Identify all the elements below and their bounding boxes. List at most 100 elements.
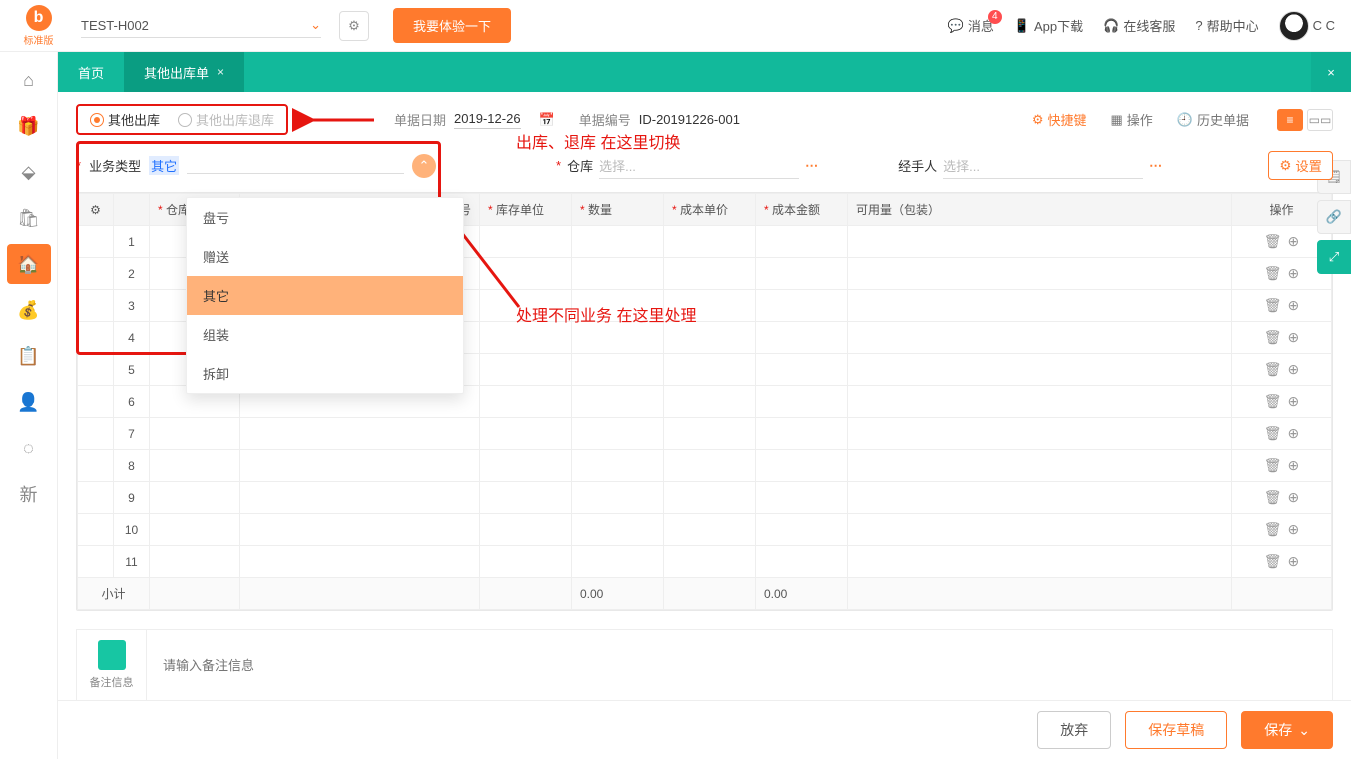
nav-clipboard-icon[interactable]: 📋 bbox=[7, 336, 51, 376]
tab-home-label: 首页 bbox=[78, 63, 104, 82]
remarks-input[interactable] bbox=[147, 630, 1332, 700]
shortcut-link[interactable]: ⚙ 快捷键 bbox=[1032, 110, 1087, 129]
customer-service-link[interactable]: 🎧 在线客服 bbox=[1103, 16, 1175, 35]
subtotal-label: 小计 bbox=[78, 578, 150, 610]
handler-field[interactable]: 经手人 选择... ⋯ bbox=[898, 153, 1162, 179]
delete-icon[interactable]: 🗑 bbox=[1264, 521, 1282, 537]
toolbar-row-1: 其他出库 其他出库退库 单据日期 2019-12-26 📅 单据编号 ID-20… bbox=[76, 104, 1333, 135]
col-stock-unit: 库存单位 bbox=[480, 194, 572, 226]
try-button[interactable]: 我要体验一下 bbox=[393, 8, 511, 43]
doc-date-value[interactable]: 2019-12-26 bbox=[454, 111, 521, 129]
dropdown-item[interactable]: 其它 bbox=[187, 276, 463, 315]
calendar-icon[interactable]: 📅 bbox=[539, 112, 555, 128]
app-download-label: App下载 bbox=[1034, 16, 1083, 35]
left-nav: ⌂ 🎁 ⬙ 🛍 🏠 💰 📋 👤 ◌ 新 bbox=[0, 52, 58, 759]
content: 其他出库 其他出库退库 单据日期 2019-12-26 📅 单据编号 ID-20… bbox=[58, 92, 1351, 781]
dropdown-item[interactable]: 赠送 bbox=[187, 237, 463, 276]
operations-link[interactable]: ▦ 操作 bbox=[1110, 110, 1152, 129]
rail-link-icon[interactable]: 🔗 bbox=[1317, 200, 1351, 234]
add-row-icon[interactable]: ⊕ bbox=[1288, 457, 1300, 473]
more-icon[interactable]: ⋯ bbox=[805, 158, 818, 174]
delete-icon[interactable]: 🗑 bbox=[1264, 265, 1282, 281]
tabs-close-all[interactable]: × bbox=[1311, 52, 1351, 92]
col-settings[interactable]: ⚙ bbox=[78, 194, 114, 226]
tab-home[interactable]: 首页 bbox=[58, 52, 124, 92]
nav-contact-icon[interactable]: 👤 bbox=[7, 382, 51, 422]
nav-tag-icon[interactable]: ⬙ bbox=[7, 152, 51, 192]
nav-home-icon[interactable]: ⌂ bbox=[7, 60, 51, 100]
add-row-icon[interactable]: ⊕ bbox=[1288, 233, 1300, 249]
messages-link[interactable]: 💬 消息 4 bbox=[948, 16, 994, 35]
delete-icon[interactable]: 🗑 bbox=[1264, 329, 1282, 345]
handler-input[interactable]: 选择... bbox=[943, 153, 1143, 179]
warehouse-input[interactable]: 选择... bbox=[599, 153, 799, 179]
branch-select[interactable]: TEST-H002 ⌄ bbox=[81, 13, 321, 38]
view-list-button[interactable]: ≡ bbox=[1277, 109, 1303, 131]
save-button-label: 保存 bbox=[1264, 720, 1292, 740]
table-row[interactable]: 10🗑⊕ bbox=[78, 514, 1332, 546]
warehouse-field[interactable]: * 仓库 选择... ⋯ bbox=[556, 153, 818, 179]
dropdown-item[interactable]: 盘亏 bbox=[187, 198, 463, 237]
messages-badge: 4 bbox=[988, 10, 1002, 24]
row-index: 7 bbox=[114, 418, 150, 450]
dropdown-item[interactable]: 拆卸 bbox=[187, 354, 463, 393]
more-icon[interactable]: ⋯ bbox=[1149, 158, 1162, 174]
delete-icon[interactable]: 🗑 bbox=[1264, 393, 1282, 409]
nav-gift-icon[interactable]: 🎁 bbox=[7, 106, 51, 146]
add-row-icon[interactable]: ⊕ bbox=[1288, 361, 1300, 377]
nav-money-icon[interactable]: 💰 bbox=[7, 290, 51, 330]
nav-bag-icon[interactable]: 🛍 bbox=[7, 198, 51, 238]
warehouse-label: 仓库 bbox=[567, 156, 593, 175]
gear-icon: ⚙ bbox=[348, 18, 360, 34]
delete-icon[interactable]: 🗑 bbox=[1264, 553, 1282, 569]
radio-return[interactable]: 其他出库退库 bbox=[178, 110, 274, 129]
tab-other-outbound[interactable]: 其他出库单 × bbox=[124, 52, 244, 92]
table-row[interactable]: 11🗑⊕ bbox=[78, 546, 1332, 578]
nav-sync-icon[interactable]: ◌ bbox=[7, 428, 51, 468]
dropdown-item[interactable]: 组装 bbox=[187, 315, 463, 354]
biz-type-field[interactable]: * 业务类型 其它 ⌃ 盘亏赠送其它组装拆卸 bbox=[76, 154, 436, 178]
add-row-icon[interactable]: ⊕ bbox=[1288, 521, 1300, 537]
add-row-icon[interactable]: ⊕ bbox=[1288, 553, 1300, 569]
delete-icon[interactable]: 🗑 bbox=[1264, 297, 1282, 313]
remarks-section: 备注信息 bbox=[76, 629, 1333, 701]
save-button[interactable]: 保存 ⌄ bbox=[1241, 711, 1333, 749]
delete-icon[interactable]: 🗑 bbox=[1264, 361, 1282, 377]
annotation-arrow-icon bbox=[454, 222, 524, 312]
discard-button[interactable]: 放弃 bbox=[1037, 711, 1111, 749]
table-row[interactable]: 8🗑⊕ bbox=[78, 450, 1332, 482]
avatar-icon bbox=[1279, 11, 1309, 41]
logo-icon: b 标准版 bbox=[16, 5, 61, 47]
settings-button[interactable]: ⚙ 设置 bbox=[1268, 151, 1333, 180]
delete-icon[interactable]: 🗑 bbox=[1264, 457, 1282, 473]
doc-no-label: 单据编号 bbox=[579, 110, 631, 129]
add-row-icon[interactable]: ⊕ bbox=[1288, 265, 1300, 281]
help-link[interactable]: ? 帮助中心 bbox=[1195, 16, 1258, 35]
add-row-icon[interactable]: ⊕ bbox=[1288, 489, 1300, 505]
user-menu[interactable]: C C bbox=[1279, 11, 1335, 41]
save-draft-button[interactable]: 保存草稿 bbox=[1125, 711, 1227, 749]
nav-new-icon[interactable]: 新 bbox=[7, 474, 51, 514]
table-row[interactable]: 7 🗑 ⊕ bbox=[78, 418, 1332, 450]
history-link[interactable]: 🕘 历史单据 bbox=[1177, 110, 1249, 129]
add-row-icon[interactable]: ⊕ bbox=[1288, 393, 1300, 409]
biz-type-label: 业务类型 bbox=[89, 156, 141, 175]
settings-gear-button[interactable]: ⚙ bbox=[339, 11, 369, 41]
delete-icon[interactable]: 🗑 bbox=[1264, 489, 1282, 505]
nav-warehouse-icon[interactable]: 🏠 bbox=[7, 244, 51, 284]
app-download-link[interactable]: 📱 App下载 bbox=[1014, 16, 1083, 35]
remarks-label: 备注信息 bbox=[90, 674, 134, 690]
notebook-icon bbox=[98, 640, 126, 670]
chevron-up-icon[interactable]: ⌃ bbox=[412, 154, 436, 178]
delete-icon[interactable]: 🗑 bbox=[1264, 233, 1282, 249]
add-row-icon[interactable]: ⊕ bbox=[1288, 329, 1300, 345]
delete-icon[interactable]: 🗑 bbox=[1264, 425, 1282, 441]
add-row-icon[interactable]: ⊕ bbox=[1288, 425, 1300, 441]
top-right-nav: 💬 消息 4 📱 App下载 🎧 在线客服 ? 帮助中心 C C bbox=[948, 11, 1335, 41]
table-row[interactable]: 9🗑⊕ bbox=[78, 482, 1332, 514]
radio-outbound[interactable]: 其他出库 bbox=[90, 110, 160, 129]
close-icon[interactable]: × bbox=[217, 65, 224, 79]
rail-expand-icon[interactable]: ⤢ bbox=[1317, 240, 1351, 274]
view-card-button[interactable]: ▭▭ bbox=[1307, 109, 1333, 131]
add-row-icon[interactable]: ⊕ bbox=[1288, 297, 1300, 313]
